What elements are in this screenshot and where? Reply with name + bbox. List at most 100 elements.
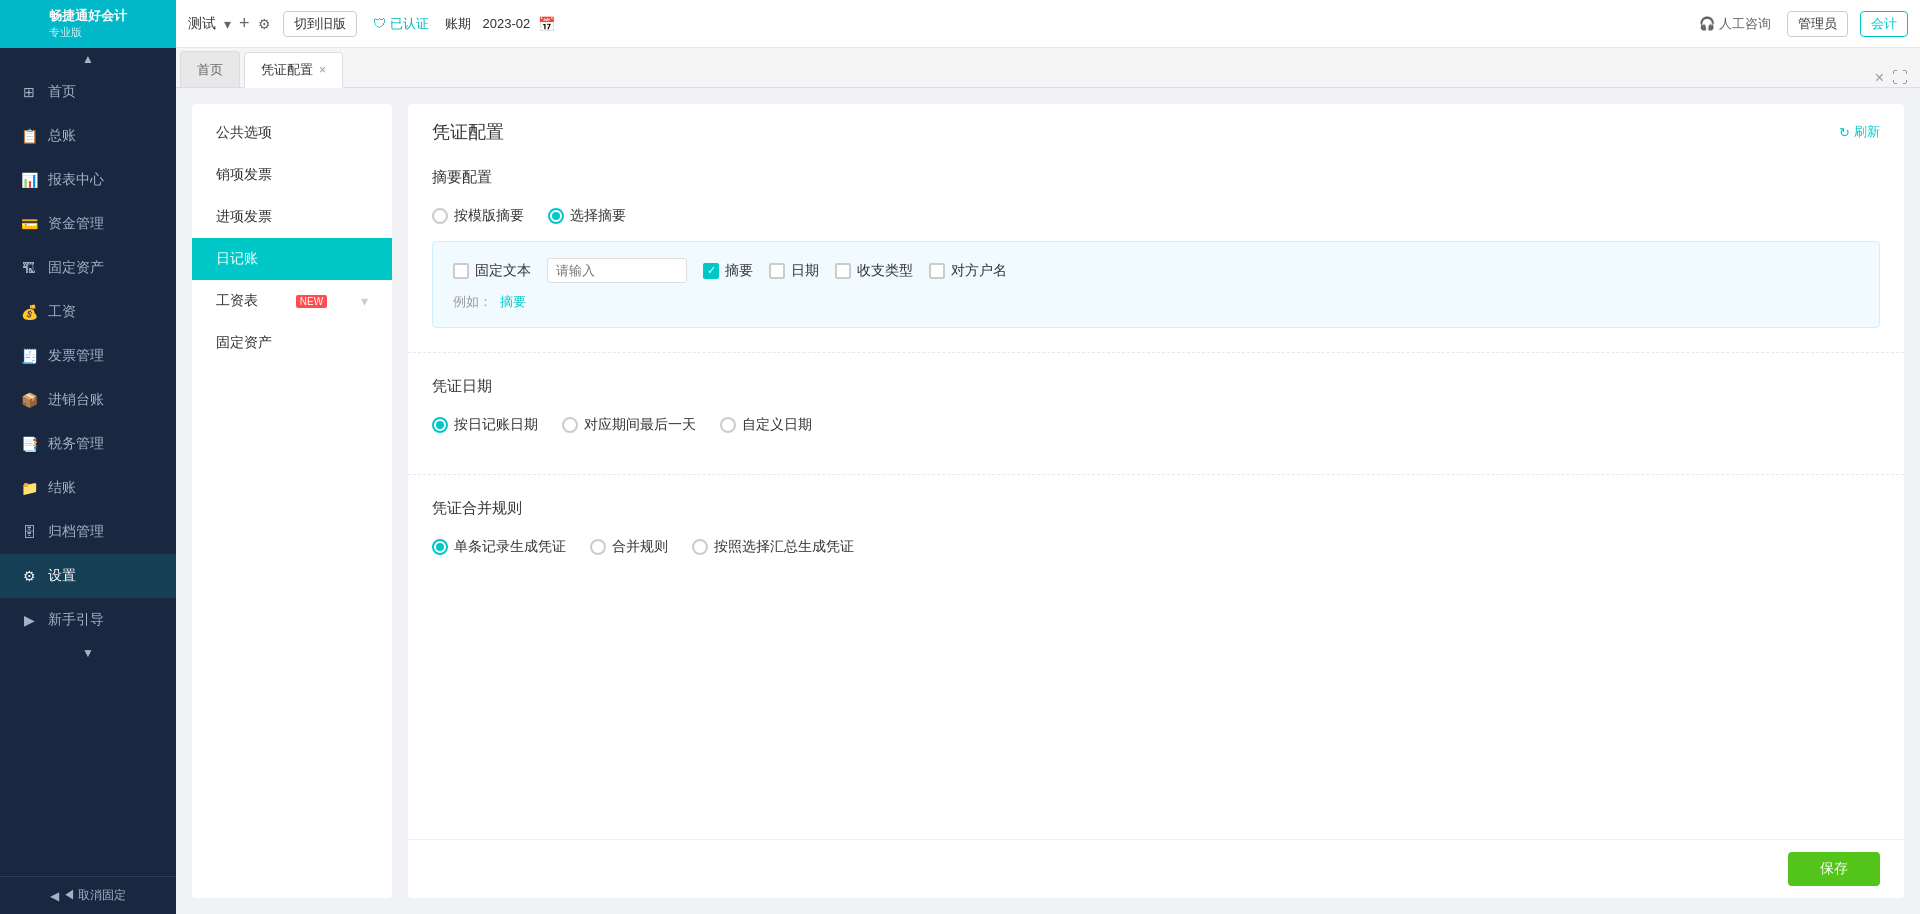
date-option3-label: 自定义日期 (742, 416, 812, 434)
sidebar-label-tax: 税务管理 (48, 435, 104, 453)
period-value: 2023-02 (483, 16, 531, 31)
left-nav-item-diary[interactable]: 日记账 (192, 238, 392, 280)
sidebar-item-reports[interactable]: 📊 报表中心 (0, 158, 176, 202)
gear-icon[interactable]: ⚙ (258, 16, 271, 32)
sidebar-label-guide: 新手引导 (48, 611, 104, 629)
income-type-checkbox-label: 收支类型 (857, 262, 913, 280)
home-icon: ⊞ (20, 83, 38, 101)
left-nav-item-sales[interactable]: 销项发票 (192, 154, 392, 196)
sidebar-scroll-down[interactable]: ▼ (0, 642, 176, 664)
merge-radio3[interactable] (692, 539, 708, 555)
summary-row: 固定文本 摘要 日期 (453, 258, 1859, 283)
dropdown-icon[interactable]: ▾ (224, 16, 231, 32)
verified-text: 已认证 (390, 15, 429, 33)
sidebar-label-home: 首页 (48, 83, 76, 101)
date-radio1[interactable] (432, 417, 448, 433)
merge-option1[interactable]: 单条记录生成凭证 (432, 538, 566, 556)
date-checkbox[interactable] (769, 263, 785, 279)
counterparty-checkbox[interactable] (929, 263, 945, 279)
sidebar-item-trade[interactable]: 📦 进销台账 (0, 378, 176, 422)
sidebar-item-home[interactable]: ⊞ 首页 (0, 70, 176, 114)
admin-btn[interactable]: 管理员 (1787, 11, 1848, 37)
merge-radio1[interactable] (432, 539, 448, 555)
tab-home-label: 首页 (197, 61, 223, 79)
income-type-checkbox-option[interactable]: 收支类型 (835, 262, 913, 280)
summary-checkbox[interactable] (703, 263, 719, 279)
merge-option2[interactable]: 合并规则 (590, 538, 668, 556)
summary-checkbox-label: 摘要 (725, 262, 753, 280)
summary-radio-group: 按模版摘要 选择摘要 (432, 207, 1880, 225)
sidebar-item-ledger[interactable]: 📋 总账 (0, 114, 176, 158)
tab-config[interactable]: 凭证配置 × (244, 52, 343, 88)
fixed-text-checkbox[interactable] (453, 263, 469, 279)
settings-icon: ⚙ (20, 567, 38, 585)
sidebar-label-settings: 设置 (48, 567, 76, 585)
left-nav-label-diary: 日记账 (216, 250, 258, 266)
sidebar-item-settings[interactable]: ⚙ 设置 (0, 554, 176, 598)
date-checkbox-option[interactable]: 日期 (769, 262, 819, 280)
date-radio3[interactable] (720, 417, 736, 433)
summary-radio1[interactable] (432, 208, 448, 224)
tax-icon: 📑 (20, 435, 38, 453)
logo-sub: 专业版 (49, 25, 127, 40)
merge-radio2[interactable] (590, 539, 606, 555)
page-title: 凭证配置 (432, 120, 504, 144)
summary-radio2[interactable] (548, 208, 564, 224)
save-btn[interactable]: 保存 (1788, 852, 1880, 886)
logo: 畅捷通好会计 专业版 (49, 7, 127, 40)
service-btn[interactable]: 🎧 人工咨询 (1699, 15, 1771, 33)
summary-box: 固定文本 摘要 日期 (432, 241, 1880, 328)
refresh-label: 刷新 (1854, 123, 1880, 141)
tab-home[interactable]: 首页 (180, 51, 240, 87)
merge-option1-label: 单条记录生成凭证 (454, 538, 566, 556)
cancel-fixed-btn[interactable]: ◀ ◀ 取消固定 (0, 876, 176, 914)
left-nav-label-payroll: 工资表 (216, 292, 258, 310)
fixed-text-option[interactable]: 固定文本 (453, 262, 531, 280)
counterparty-checkbox-label: 对方户名 (951, 262, 1007, 280)
income-type-checkbox[interactable] (835, 263, 851, 279)
tab-close-icon[interactable]: × (319, 63, 326, 77)
switch-old-btn[interactable]: 切到旧版 (283, 11, 357, 37)
sidebar-item-guide[interactable]: ▶ 新手引导 (0, 598, 176, 642)
sidebar-label-closing: 结账 (48, 479, 76, 497)
tab-expand-btn[interactable]: ⛶ (1892, 69, 1908, 87)
summary-checkbox-option[interactable]: 摘要 (703, 262, 753, 280)
left-nav-item-payroll[interactable]: 工资表 NEW ▾ (192, 280, 392, 322)
date-option1[interactable]: 按日记账日期 (432, 416, 538, 434)
sidebar-item-invoice[interactable]: 🧾 发票管理 (0, 334, 176, 378)
summary-section: 摘要配置 按模版摘要 选择摘要 (408, 144, 1904, 353)
sidebar-label-invoice: 发票管理 (48, 347, 104, 365)
date-option3[interactable]: 自定义日期 (720, 416, 812, 434)
summary-option2[interactable]: 选择摘要 (548, 207, 626, 225)
merge-option3[interactable]: 按照选择汇总生成凭证 (692, 538, 854, 556)
left-nav-item-public[interactable]: 公共选项 (192, 112, 392, 154)
topbar: 畅捷通好会计 专业版 测试 ▾ + ⚙ 切到旧版 🛡 已认证 账期 2023-0… (0, 0, 1920, 48)
summary-option1[interactable]: 按模版摘要 (432, 207, 524, 225)
sidebar-item-archive[interactable]: 🗄 归档管理 (0, 510, 176, 554)
counterparty-checkbox-option[interactable]: 对方户名 (929, 262, 1007, 280)
date-radio2[interactable] (562, 417, 578, 433)
refresh-btn[interactable]: ↻ 刷新 (1839, 123, 1880, 141)
tab-close-btn[interactable]: × (1875, 69, 1884, 87)
sidebar-item-salary[interactable]: 💰 工资 (0, 290, 176, 334)
summary-option2-label: 选择摘要 (570, 207, 626, 225)
add-icon[interactable]: + (239, 13, 250, 34)
sidebar-label-reports: 报表中心 (48, 171, 104, 189)
sidebar-scroll-up[interactable]: ▲ (0, 48, 176, 70)
sidebar-item-closing[interactable]: 📁 结账 (0, 466, 176, 510)
accountant-btn[interactable]: 会计 (1860, 11, 1908, 37)
sidebar-item-tax[interactable]: 📑 税务管理 (0, 422, 176, 466)
sidebar-item-assets[interactable]: 🏗 固定资产 (0, 246, 176, 290)
content-area: 首页 凭证配置 × × ⛶ 公共选项 销项发票 进项发票 (176, 48, 1920, 914)
sidebar-item-capital[interactable]: 💳 资金管理 (0, 202, 176, 246)
sidebar-label-salary: 工资 (48, 303, 76, 321)
ledger-icon: 📋 (20, 127, 38, 145)
left-nav-item-purchase[interactable]: 进项发票 (192, 196, 392, 238)
date-option1-label: 按日记账日期 (454, 416, 538, 434)
date-radio-group: 按日记账日期 对应期间最后一天 自定义日期 (432, 416, 1880, 434)
fixed-text-input[interactable] (547, 258, 687, 283)
fixed-text-label: 固定文本 (475, 262, 531, 280)
left-nav-item-fixed-assets[interactable]: 固定资产 (192, 322, 392, 364)
calendar-icon[interactable]: 📅 (538, 16, 555, 32)
date-option2[interactable]: 对应期间最后一天 (562, 416, 696, 434)
